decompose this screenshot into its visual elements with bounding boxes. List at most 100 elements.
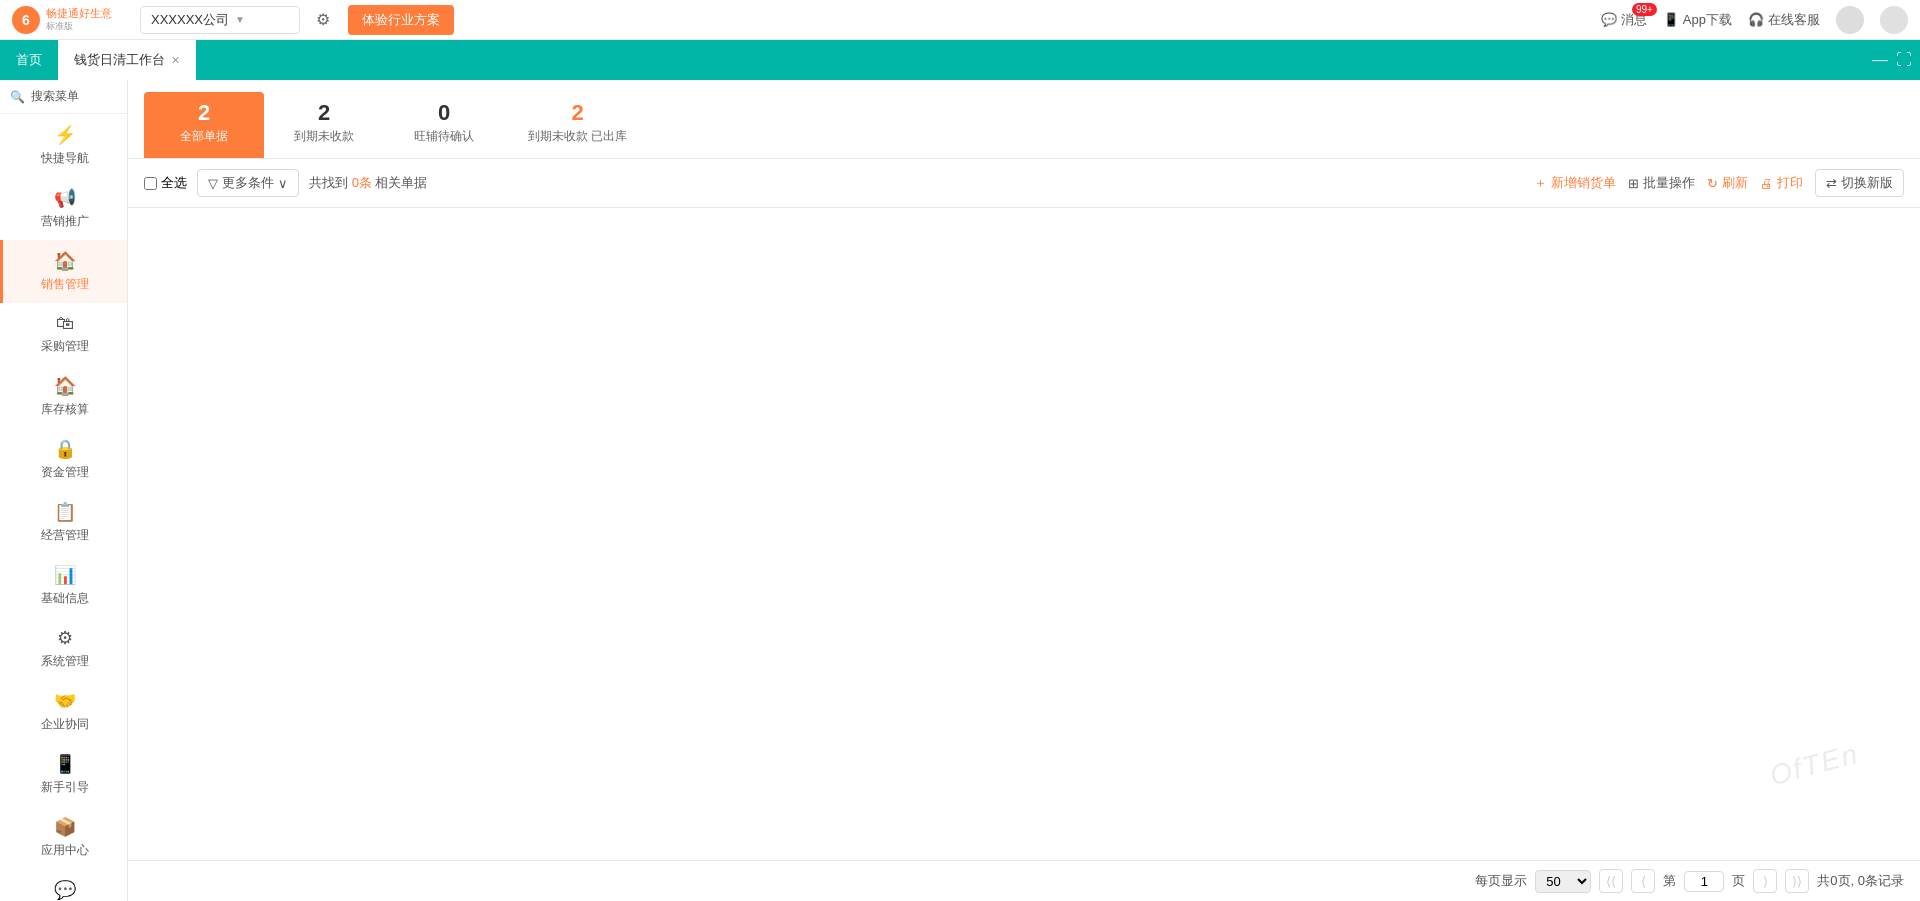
app-download-label: App下载	[1683, 11, 1732, 29]
search-icon: 🔍	[10, 90, 25, 104]
tab-minimize-icon[interactable]: —	[1872, 51, 1888, 69]
stat-tab-out-stock[interactable]: 2 到期未收款 已出库	[504, 92, 651, 158]
sidebar-item-quick-nav[interactable]: ⚡ 快捷导航	[0, 114, 127, 177]
sidebar-item-label: 基础信息	[41, 590, 89, 607]
basic-info-icon: 📊	[54, 564, 76, 586]
tab-cash-flow[interactable]: 钱货日清工作台 ✕	[58, 40, 196, 80]
system-icon: ⚙	[57, 627, 73, 649]
trial-button[interactable]: 体验行业方案	[348, 5, 454, 35]
sidebar-item-operations[interactable]: 📋 经营管理	[0, 491, 127, 554]
message-icon: 💬	[1601, 12, 1617, 27]
company-selector[interactable]: XXXXXX公司 ▼	[140, 6, 300, 34]
sidebar-item-finance[interactable]: 🔒 资金管理	[0, 428, 127, 491]
prev-page-button[interactable]: ⟨	[1631, 869, 1655, 893]
filter-button[interactable]: ▽ 更多条件 ∨	[197, 169, 299, 197]
found-text: 共找到 0条 相关单据	[309, 174, 427, 192]
select-all-input[interactable]	[144, 177, 157, 190]
switch-label: 切换新版	[1841, 174, 1893, 192]
batch-label: 批量操作	[1643, 174, 1695, 192]
sidebar-item-label: 经营管理	[41, 527, 89, 544]
sidebar-item-cooperation[interactable]: 🤝 企业协同	[0, 680, 127, 743]
page-size-select[interactable]: 10 20 50 100	[1535, 870, 1591, 893]
download-icon: 📱	[1663, 12, 1679, 27]
sidebar: 🔍 搜索菜单 ⚡ 快捷导航 📢 营销推广 🏠 销售管理 🛍 采购管理 🏠 库存核…	[0, 80, 128, 901]
sidebar-item-label: 应用中心	[41, 842, 89, 859]
stat-out-stock-number: 2	[572, 100, 584, 126]
chevron-down-icon: ▼	[235, 14, 245, 25]
select-all-checkbox[interactable]: 全选	[144, 174, 187, 192]
refresh-icon: ↻	[1707, 176, 1718, 191]
add-icon: ＋	[1534, 174, 1547, 192]
sidebar-item-marketing[interactable]: 📢 营销推广	[0, 177, 127, 240]
logo-badge: 标准版	[46, 20, 112, 33]
refresh-button[interactable]: ↻ 刷新	[1707, 174, 1748, 192]
total-info: 共0页, 0条记录	[1817, 872, 1904, 890]
sidebar-item-sales[interactable]: 🏠 销售管理	[0, 240, 127, 303]
marketing-icon: 📢	[54, 187, 76, 209]
sidebar-item-wechat[interactable]: 💬 企业微信	[0, 869, 127, 901]
tab-bar: 首页 钱货日清工作台 ✕ — ⛶	[0, 40, 1920, 80]
stat-overdue-label: 到期未收款	[294, 128, 354, 145]
sidebar-search[interactable]: 🔍 搜索菜单	[0, 80, 127, 114]
search-label: 搜索菜单	[31, 88, 79, 105]
found-prefix: 共找到	[309, 175, 348, 190]
header-right: 💬 消息 99+ 📱 App下载 🎧 在线客服	[1601, 6, 1908, 34]
app-center-icon: 📦	[54, 816, 76, 838]
page-suffix: 页	[1732, 872, 1745, 890]
message-badge: 99+	[1632, 3, 1657, 16]
service-icon: 🎧	[1748, 12, 1764, 27]
sidebar-item-label: 系统管理	[41, 653, 89, 670]
online-service-label: 在线客服	[1768, 11, 1820, 29]
found-count: 0条	[352, 175, 372, 190]
stats-tabs: 2 全部单据 2 到期未收款 0 旺辅待确认 2 到期未收款 已出库	[128, 80, 1920, 159]
stats-tabs-row: 2 全部单据 2 到期未收款 0 旺辅待确认 2 到期未收款 已出库	[144, 92, 1904, 158]
sidebar-item-purchase[interactable]: 🛍 采购管理	[0, 303, 127, 365]
tab-home[interactable]: 首页	[0, 40, 58, 80]
table-area	[128, 208, 1920, 860]
stat-tab-all[interactable]: 2 全部单据	[144, 92, 264, 158]
sidebar-item-label: 库存核算	[41, 401, 89, 418]
quick-nav-icon: ⚡	[54, 124, 76, 146]
online-service-item[interactable]: 🎧 在线客服	[1748, 11, 1820, 29]
tab-maximize-icon[interactable]: ⛶	[1896, 51, 1912, 69]
next-page-button[interactable]: ⟩	[1753, 869, 1777, 893]
print-icon: 🖨	[1760, 176, 1773, 191]
sidebar-item-guide[interactable]: 📱 新手引导	[0, 743, 127, 806]
sidebar-item-app-center[interactable]: 📦 应用中心	[0, 806, 127, 869]
sidebar-item-basic-info[interactable]: 📊 基础信息	[0, 554, 127, 617]
sales-icon: 🏠	[54, 250, 76, 272]
add-sales-order-button[interactable]: ＋ 新增销货单	[1534, 174, 1616, 192]
avatar[interactable]	[1836, 6, 1864, 34]
stat-tab-overdue[interactable]: 2 到期未收款	[264, 92, 384, 158]
stat-all-label: 全部单据	[180, 128, 228, 145]
batch-operation-button[interactable]: ⊞ 批量操作	[1628, 174, 1695, 192]
logo-text: 畅捷通好生意	[46, 6, 112, 20]
sidebar-item-label: 资金管理	[41, 464, 89, 481]
company-name: XXXXXX公司	[151, 11, 229, 29]
print-button[interactable]: 🖨 打印	[1760, 174, 1803, 192]
filter-icon: ▽	[208, 176, 218, 191]
page-input[interactable]	[1684, 871, 1724, 892]
toolbar: 全选 ▽ 更多条件 ∨ 共找到 0条 相关单据 ＋ 新增销货单 ⊞ 批量操作	[128, 159, 1920, 208]
tab-close-icon[interactable]: ✕	[171, 54, 180, 67]
last-page-button[interactable]: ⟩⟩	[1785, 869, 1809, 893]
page-prefix: 第	[1663, 872, 1676, 890]
logo-icon: 6	[12, 6, 40, 34]
app-download-item[interactable]: 📱 App下载	[1663, 11, 1732, 29]
add-label: 新增销货单	[1551, 174, 1616, 192]
switch-new-version-button[interactable]: ⇄ 切换新版	[1815, 169, 1904, 197]
cooperation-icon: 🤝	[54, 690, 76, 712]
stat-out-stock-label: 到期未收款 已出库	[528, 128, 627, 145]
top-header: 6 畅捷通好生意 标准版 XXXXXX公司 ▼ ⚙ 体验行业方案 💬 消息 99…	[0, 0, 1920, 40]
message-item[interactable]: 💬 消息 99+	[1601, 11, 1647, 29]
avatar-extra[interactable]	[1880, 6, 1908, 34]
first-page-button[interactable]: ⟨⟨	[1599, 869, 1623, 893]
guide-icon: 📱	[54, 753, 76, 775]
purchase-icon: 🛍	[56, 313, 74, 334]
sidebar-item-inventory[interactable]: 🏠 库存核算	[0, 365, 127, 428]
settings-icon[interactable]: ⚙	[308, 5, 338, 35]
content-area: 2 全部单据 2 到期未收款 0 旺辅待确认 2 到期未收款 已出库	[128, 80, 1920, 901]
sidebar-item-system[interactable]: ⚙ 系统管理	[0, 617, 127, 680]
stat-tab-pending[interactable]: 0 旺辅待确认	[384, 92, 504, 158]
page-size-prefix: 每页显示	[1475, 872, 1527, 890]
